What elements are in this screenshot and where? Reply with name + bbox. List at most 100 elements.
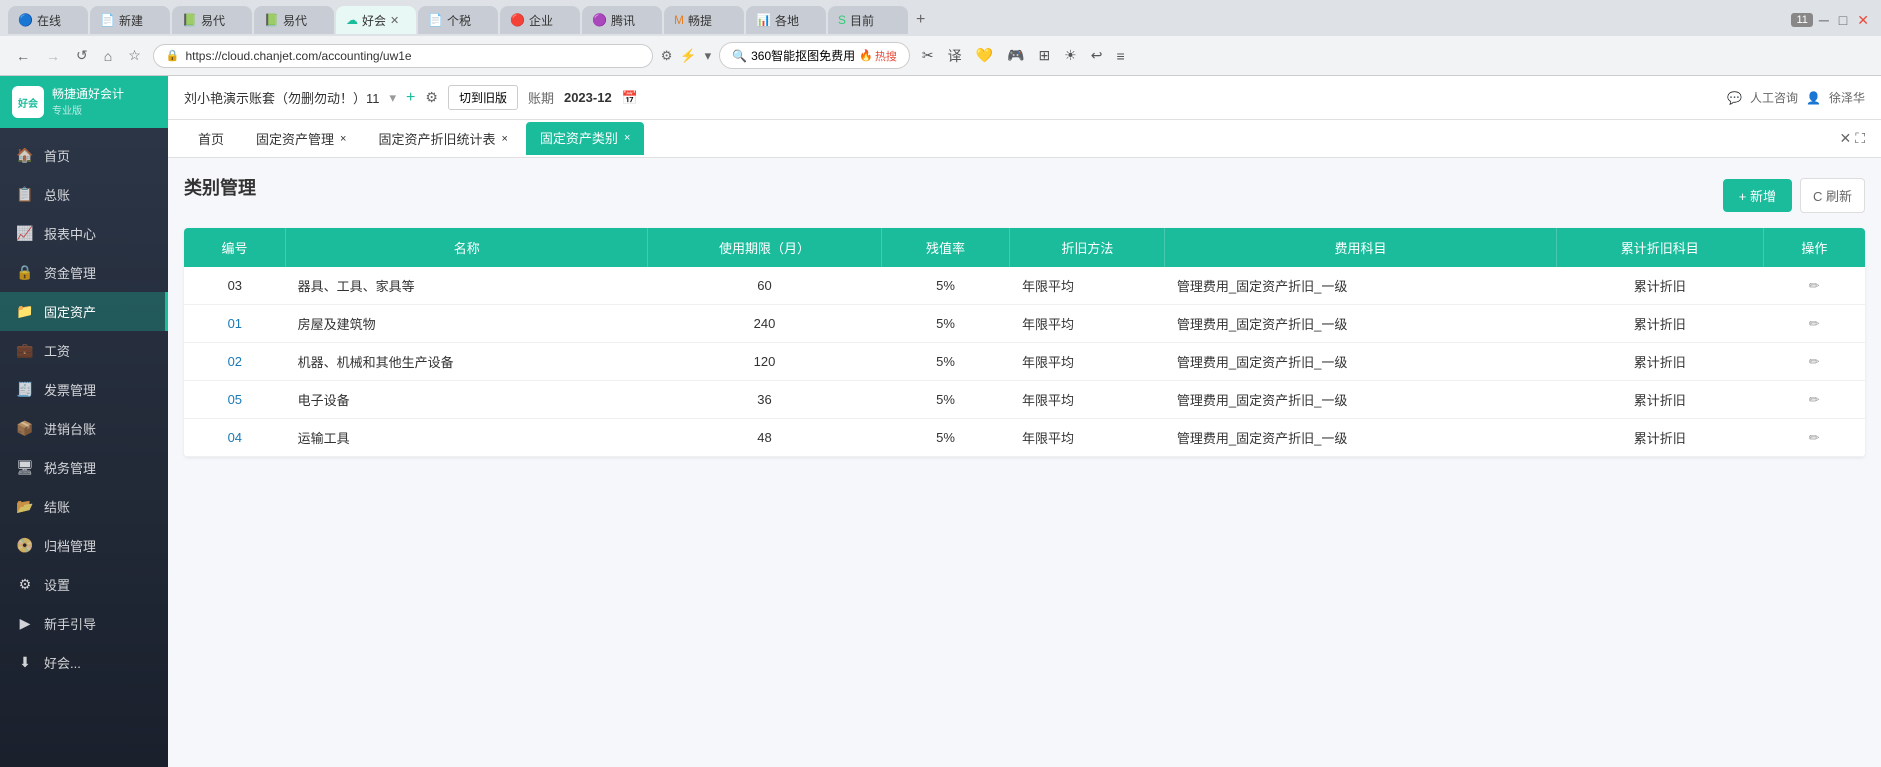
edit-icon[interactable]: ✏ [1809, 316, 1820, 331]
tab-favicon: 📄 [428, 13, 443, 27]
row-action[interactable]: ✏ [1763, 305, 1865, 343]
sidebar-item-archive[interactable]: 📀 归档管理 [0, 526, 168, 565]
sidebar-item-invoice[interactable]: 🧾 发票管理 [0, 370, 168, 409]
browser-tab-yidai2[interactable]: 📗 易代 [254, 6, 334, 34]
settings-button[interactable]: ⚙ [425, 89, 438, 106]
tab-label: 个税 [447, 12, 471, 29]
sidebar-item-home[interactable]: 🏠 首页 [0, 136, 168, 175]
row-name: 电子设备 [286, 381, 648, 419]
tab-home[interactable]: 首页 [184, 123, 238, 154]
bookmark-button[interactable]: ☆ [124, 43, 145, 68]
code-link[interactable]: 04 [228, 430, 242, 445]
edit-icon[interactable]: ✏ [1809, 392, 1820, 407]
inner-window-close-btn[interactable]: ✕ [1839, 130, 1851, 147]
refresh-button[interactable]: C 刷新 [1800, 178, 1865, 213]
tab-close-category[interactable]: × [624, 132, 630, 144]
user-dropdown-icon[interactable]: ▾ [390, 90, 397, 106]
row-period: 60 [648, 267, 881, 305]
wallet-icon[interactable]: 💛 [972, 45, 997, 66]
row-code: 04 [184, 419, 286, 457]
back-button[interactable]: ← [12, 44, 34, 68]
sidebar-item-fixed-assets[interactable]: 📁 固定资产 [0, 292, 168, 331]
translate-icon[interactable]: 译 [944, 44, 966, 68]
dropdown-icon[interactable]: ▾ [705, 48, 712, 64]
sidebar-item-fund[interactable]: 🔒 资金管理 [0, 253, 168, 292]
browser-tab-qiye[interactable]: 🔴 企业 [500, 6, 580, 34]
home-button[interactable]: ⌂ [100, 44, 116, 68]
tab-label: 企业 [529, 12, 553, 29]
tab-favicon: ☁ [346, 13, 358, 27]
consult-label[interactable]: 人工咨询 [1750, 89, 1798, 106]
edit-icon[interactable]: ✏ [1809, 278, 1820, 293]
forward-button[interactable]: → [42, 44, 64, 68]
grid-icon[interactable]: ⊞ [1034, 45, 1054, 66]
row-period: 48 [648, 419, 881, 457]
browser-tab-changti[interactable]: M 畅提 [664, 6, 744, 34]
browser-tab-tengxun[interactable]: 🟣 腾讯 [582, 6, 662, 34]
row-action[interactable]: ✏ [1763, 381, 1865, 419]
new-tab-button[interactable]: + [910, 11, 931, 29]
add-button[interactable]: + 新增 [1723, 179, 1792, 212]
sidebar-item-more[interactable]: ⬇ 好会... [0, 643, 168, 682]
row-method: 年限平均 [1010, 343, 1165, 381]
inner-window-expand-btn[interactable]: ⛶ [1855, 130, 1865, 147]
col-expense: 费用科目 [1165, 228, 1556, 267]
add-account-button[interactable]: + [406, 89, 415, 107]
code-link[interactable]: 02 [228, 354, 242, 369]
maximize-button[interactable]: □ [1835, 8, 1851, 32]
reload-button[interactable]: ↺ [72, 43, 92, 68]
browser-tab-zaixian[interactable]: 🔵 在线 [8, 6, 88, 34]
game-icon[interactable]: 🎮 [1003, 45, 1028, 66]
sidebar-item-report[interactable]: 📈 报表中心 [0, 214, 168, 253]
browser-tab-haohui[interactable]: ☁ 好会 ✕ [336, 6, 416, 34]
user-display-name: 徐泽华 [1829, 89, 1865, 106]
tab-close-haohui[interactable]: ✕ [390, 14, 399, 27]
search-bar[interactable]: 🔍 360智能抠图免费用 🔥 热搜 [719, 42, 910, 69]
sidebar-item-tax[interactable]: 🖥 税务管理 [0, 448, 168, 487]
undo-icon[interactable]: ↩ [1087, 45, 1107, 66]
browser-tab-yidai1[interactable]: 📗 易代 [172, 6, 252, 34]
edit-icon[interactable]: ✏ [1809, 354, 1820, 369]
browser-tab-new[interactable]: 📄 新建 [90, 6, 170, 34]
browser-tab-muqian[interactable]: S 目前 [828, 6, 908, 34]
row-method: 年限平均 [1010, 305, 1165, 343]
switch-version-button[interactable]: 切到旧版 [448, 85, 518, 110]
sidebar-item-ledger[interactable]: 📋 总账 [0, 175, 168, 214]
header-left: 刘小艳演示账套（勿删勿动！）11 ▾ + ⚙ 切到旧版 账期 2023-12 📅 [168, 85, 638, 110]
search-placeholder-text: 360智能抠图免费用 [751, 47, 855, 64]
sidebar-item-close-account[interactable]: 📂 结账 [0, 487, 168, 526]
close-window-button[interactable]: ✕ [1853, 8, 1873, 33]
row-residual: 5% [881, 305, 1010, 343]
menu-icon[interactable]: ≡ [1112, 46, 1128, 66]
sidebar-item-stock[interactable]: 📦 进销台账 [0, 409, 168, 448]
edit-icon[interactable]: ✏ [1809, 430, 1820, 445]
row-name: 器具、工具、家具等 [286, 267, 648, 305]
row-name: 运输工具 [286, 419, 648, 457]
code-link[interactable]: 01 [228, 316, 242, 331]
brightness-icon[interactable]: ☀ [1060, 45, 1081, 66]
row-action[interactable]: ✏ [1763, 419, 1865, 457]
ssl-lock-icon: 🔒 [166, 49, 180, 62]
sidebar-item-label-settings: 设置 [44, 575, 70, 594]
code-link[interactable]: 05 [228, 392, 242, 407]
tab-depreciation[interactable]: 固定资产折旧统计表 × [364, 123, 521, 154]
tab-category[interactable]: 固定资产类别 × [526, 122, 644, 155]
cut-icon[interactable]: ✂ [918, 45, 938, 66]
sidebar-item-settings[interactable]: ⚙ 设置 [0, 565, 168, 604]
sidebar-item-salary[interactable]: 💼 工资 [0, 331, 168, 370]
row-name: 房屋及建筑物 [286, 305, 648, 343]
minimize-button[interactable]: ─ [1815, 8, 1833, 32]
sidebar-item-label-report: 报表中心 [44, 224, 96, 243]
browser-tab-geshui[interactable]: 📄 个税 [418, 6, 498, 34]
tab-close-depreciation[interactable]: × [501, 133, 507, 145]
tab-label: 易代 [283, 12, 307, 29]
tab-close-fixed-mgmt[interactable]: × [340, 133, 346, 145]
browser-tab-gedi[interactable]: 📊 各地 [746, 6, 826, 34]
calendar-icon[interactable]: 📅 [622, 90, 638, 106]
tab-fixed-mgmt[interactable]: 固定资产管理 × [242, 123, 360, 154]
tab-count-badge: 11 [1791, 13, 1812, 27]
sidebar-item-guide[interactable]: ▶ 新手引导 [0, 604, 168, 643]
url-bar[interactable]: 🔒 https://cloud.chanjet.com/accounting/u… [153, 44, 653, 68]
row-action[interactable]: ✏ [1763, 343, 1865, 381]
row-action[interactable]: ✏ [1763, 267, 1865, 305]
